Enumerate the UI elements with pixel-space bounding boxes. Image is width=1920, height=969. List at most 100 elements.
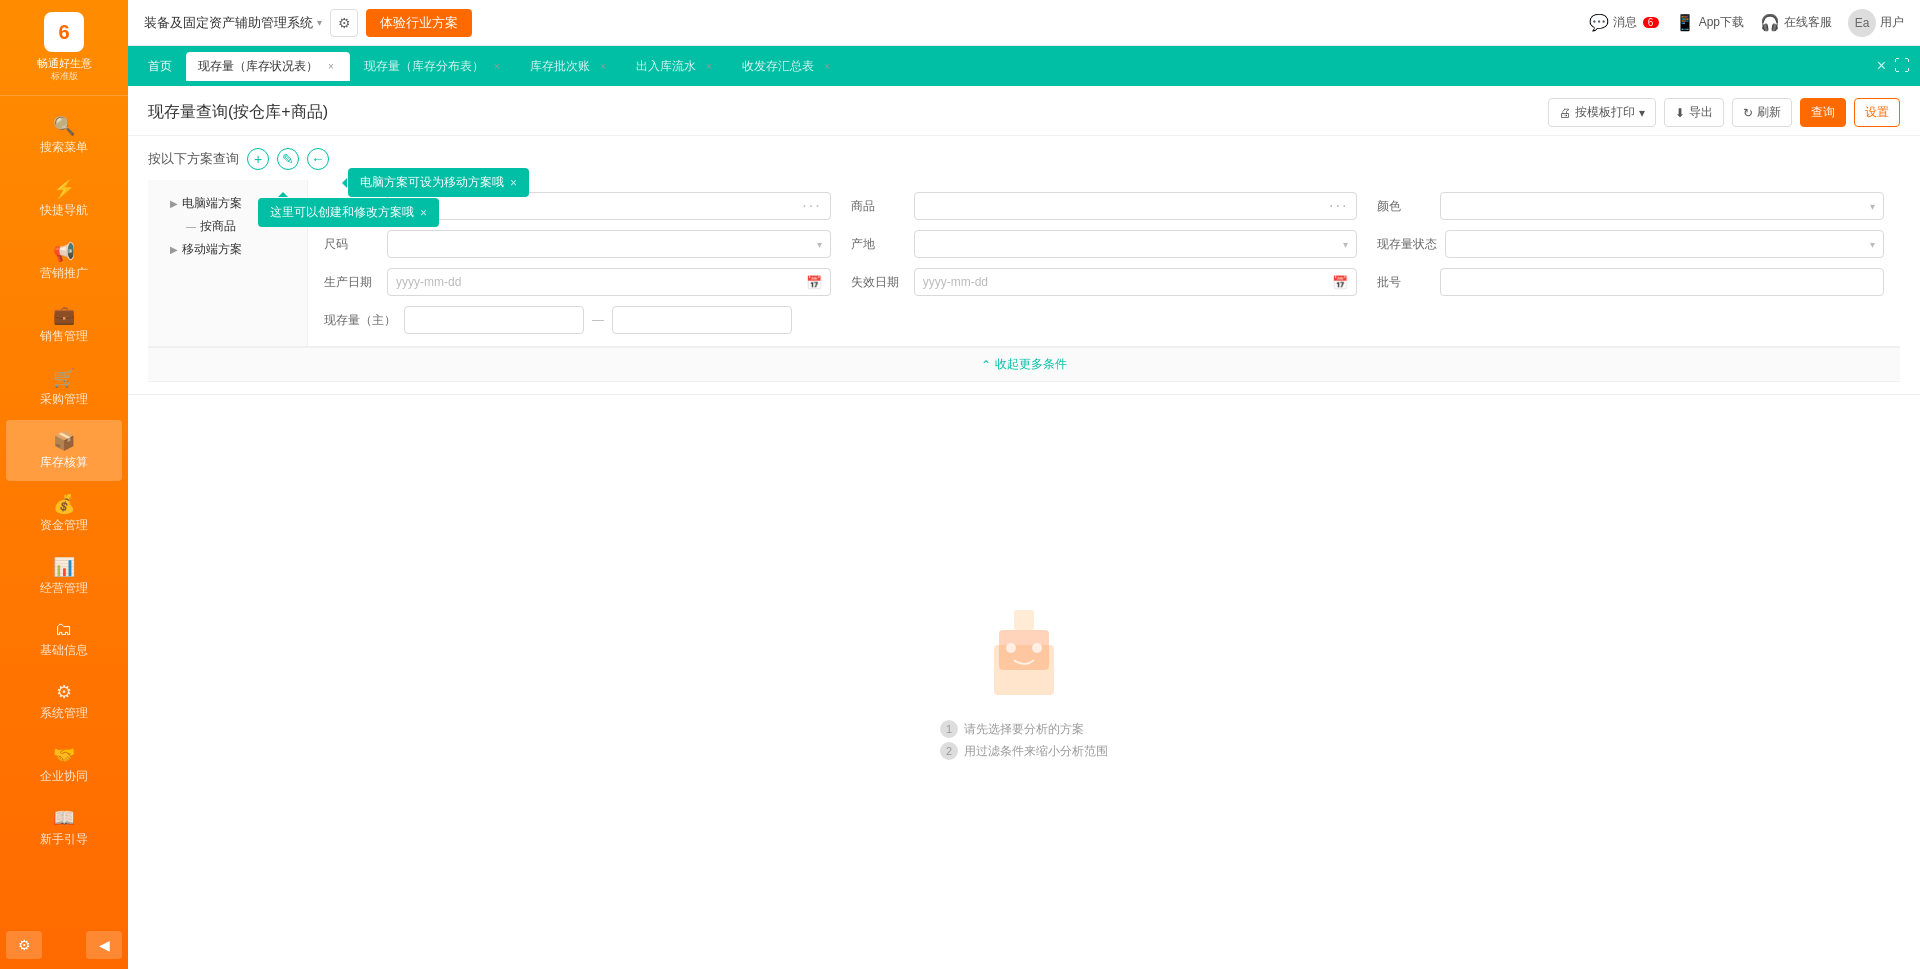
edit-scheme-button[interactable]: ✎	[277, 148, 299, 170]
tab-inventory-distribution[interactable]: 现存量（库存分布表） ×	[352, 52, 516, 81]
app-download-button[interactable]: 📱 App下载	[1675, 13, 1744, 32]
chevron-down-icon: ▾	[1639, 106, 1645, 120]
add-scheme-button[interactable]: +	[247, 148, 269, 170]
tab-close-all-btn[interactable]: ×	[1875, 55, 1888, 77]
online-support-button[interactable]: 🎧 在线客服	[1760, 13, 1832, 32]
logo-icon: 6	[44, 12, 84, 52]
product-select[interactable]: ···	[914, 192, 1358, 220]
tab-label: 出入库流水	[636, 58, 696, 75]
sidebar-item-purchase[interactable]: 🛒 采购管理	[6, 357, 122, 418]
back-button[interactable]: ←	[307, 148, 329, 170]
phone-icon: 📱	[1675, 13, 1695, 32]
sidebar-item-label: 企业协同	[40, 768, 88, 785]
sidebar-item-label: 采购管理	[40, 391, 88, 408]
filter-row-size: 尺码 ▾	[324, 230, 831, 258]
expiry-date-label: 失效日期	[851, 274, 906, 291]
guide-icon: 📖	[53, 807, 75, 829]
sidebar-item-management[interactable]: 📊 经营管理	[6, 546, 122, 607]
product-label: 商品	[851, 198, 906, 215]
filter-row-origin: 产地 ▾	[851, 230, 1358, 258]
purchase-icon: 🛒	[53, 367, 75, 389]
export-button[interactable]: ⬇ 导出	[1664, 98, 1724, 127]
empty-hint-1-text: 请先选择要分析的方案	[964, 721, 1084, 738]
filter-row-expiry-date: 失效日期 yyyy-mm-dd 📅	[851, 268, 1358, 296]
chevron-down-icon: ▾	[817, 239, 822, 250]
settings-button[interactable]: 设置	[1854, 98, 1900, 127]
scheme-tree-mobile[interactable]: ▶ 移动端方案	[164, 238, 307, 261]
production-date-start[interactable]: yyyy-mm-dd 📅	[387, 268, 831, 296]
tab-close-icon[interactable]: ×	[490, 59, 504, 73]
empty-svg	[964, 600, 1084, 700]
sidebar-item-guide[interactable]: 📖 新手引导	[6, 797, 122, 858]
tooltip-edit-close[interactable]: ×	[420, 206, 427, 220]
search-icon: 🔍	[53, 115, 75, 137]
tab-fullscreen-btn[interactable]: ⛶	[1892, 55, 1912, 77]
dots-icon: ···	[802, 197, 821, 215]
industry-solution-button[interactable]: 体验行业方案	[366, 9, 472, 37]
range-separator: —	[592, 313, 604, 327]
stock-qty-start[interactable]	[404, 306, 584, 334]
query-button[interactable]: 查询	[1800, 98, 1846, 127]
dots-icon: ···	[1329, 197, 1348, 215]
page-content: 现存量查询(按仓库+商品) 🖨 按模板打印 ▾ ⬇ 导出 ↻ 刷新	[128, 86, 1920, 969]
header-settings-btn[interactable]: ⚙	[330, 9, 358, 37]
sidebar-item-system[interactable]: ⚙ 系统管理	[6, 671, 122, 732]
tab-home[interactable]: 首页	[136, 52, 184, 81]
sidebar-item-baseinfo[interactable]: 🗂 基础信息	[6, 609, 122, 669]
online-support-label: 在线客服	[1784, 14, 1832, 31]
filter-label-row: 按以下方案查询 + ✎ ←	[148, 148, 1900, 170]
chevron-down-icon: ▾	[1343, 239, 1348, 250]
svg-point-3	[1032, 643, 1042, 653]
filter-row-product: 商品 ···	[851, 192, 1358, 220]
tab-batch-account[interactable]: 库存批次账 ×	[518, 52, 622, 81]
sidebar-settings-btn[interactable]: ⚙	[6, 931, 42, 959]
sidebar-item-sales[interactable]: 💼 销售管理	[6, 294, 122, 355]
page-title: 现存量查询(按仓库+商品)	[148, 102, 328, 123]
batch-input[interactable]	[1440, 268, 1884, 296]
tab-stock-summary[interactable]: 收发存汇总表 ×	[730, 52, 846, 81]
sidebar-item-marketing[interactable]: 📢 营销推广	[6, 231, 122, 292]
sidebar-item-cooperation[interactable]: 🤝 企业协同	[6, 734, 122, 795]
sidebar-item-finance[interactable]: 💰 资金管理	[6, 483, 122, 544]
finance-icon: 💰	[53, 493, 75, 515]
batch-label: 批号	[1377, 274, 1432, 291]
sidebar-item-inventory[interactable]: 📦 库存核算	[6, 420, 122, 481]
notification-button[interactable]: 💬 消息 6	[1589, 13, 1659, 32]
sidebar-item-label: 库存核算	[40, 454, 88, 471]
empty-state: 1 请先选择要分析的方案 2 用过滤条件来缩小分析范围	[128, 395, 1920, 969]
system-icon: ⚙	[56, 681, 72, 703]
tab-close-icon[interactable]: ×	[596, 59, 610, 73]
sidebar-collapse-btn[interactable]: ◀	[86, 931, 122, 959]
tab-close-icon[interactable]: ×	[702, 59, 716, 73]
size-select[interactable]: ▾	[387, 230, 831, 258]
header-left: 装备及固定资产辅助管理系统 ▾ ⚙ 体验行业方案	[144, 9, 472, 37]
tab-bar-end: × ⛶	[1875, 55, 1912, 77]
add-icon: +	[254, 151, 262, 167]
tooltip-scheme-close[interactable]: ×	[510, 176, 517, 190]
system-title-select[interactable]: 装备及固定资产辅助管理系统 ▾	[144, 14, 322, 32]
size-label: 尺码	[324, 236, 379, 253]
refresh-button[interactable]: ↻ 刷新	[1732, 98, 1792, 127]
headset-icon: 🎧	[1760, 13, 1780, 32]
stock-qty-end[interactable]	[612, 306, 792, 334]
sidebar-item-label: 基础信息	[40, 642, 88, 659]
tab-close-icon[interactable]: ×	[820, 59, 834, 73]
color-select[interactable]: ▾	[1440, 192, 1884, 220]
settings-label: 设置	[1865, 104, 1889, 121]
sidebar-item-quicknav[interactable]: ⚡ 快捷导航	[6, 168, 122, 229]
tab-close-icon[interactable]: ×	[324, 59, 338, 73]
tab-label: 库存批次账	[530, 58, 590, 75]
collapse-bar[interactable]: ⌃ 收起更多条件	[148, 347, 1900, 382]
chevron-down-icon: ▾	[317, 17, 322, 28]
origin-label: 产地	[851, 236, 906, 253]
origin-select[interactable]: ▾	[914, 230, 1358, 258]
svg-point-2	[1006, 643, 1016, 653]
template-print-button[interactable]: 🖨 按模板打印 ▾	[1548, 98, 1656, 127]
user-menu[interactable]: Ea 用户	[1848, 9, 1904, 37]
tab-inventory-status[interactable]: 现存量（库存状况表） ×	[186, 52, 350, 81]
stock-status-select[interactable]: ▾	[1445, 230, 1884, 258]
tab-inout-flow[interactable]: 出入库流水 ×	[624, 52, 728, 81]
sidebar-item-search[interactable]: 🔍 搜索菜单	[6, 105, 122, 166]
expiry-date-input[interactable]: yyyy-mm-dd 📅	[914, 268, 1358, 296]
sidebar-item-label: 营销推广	[40, 265, 88, 282]
